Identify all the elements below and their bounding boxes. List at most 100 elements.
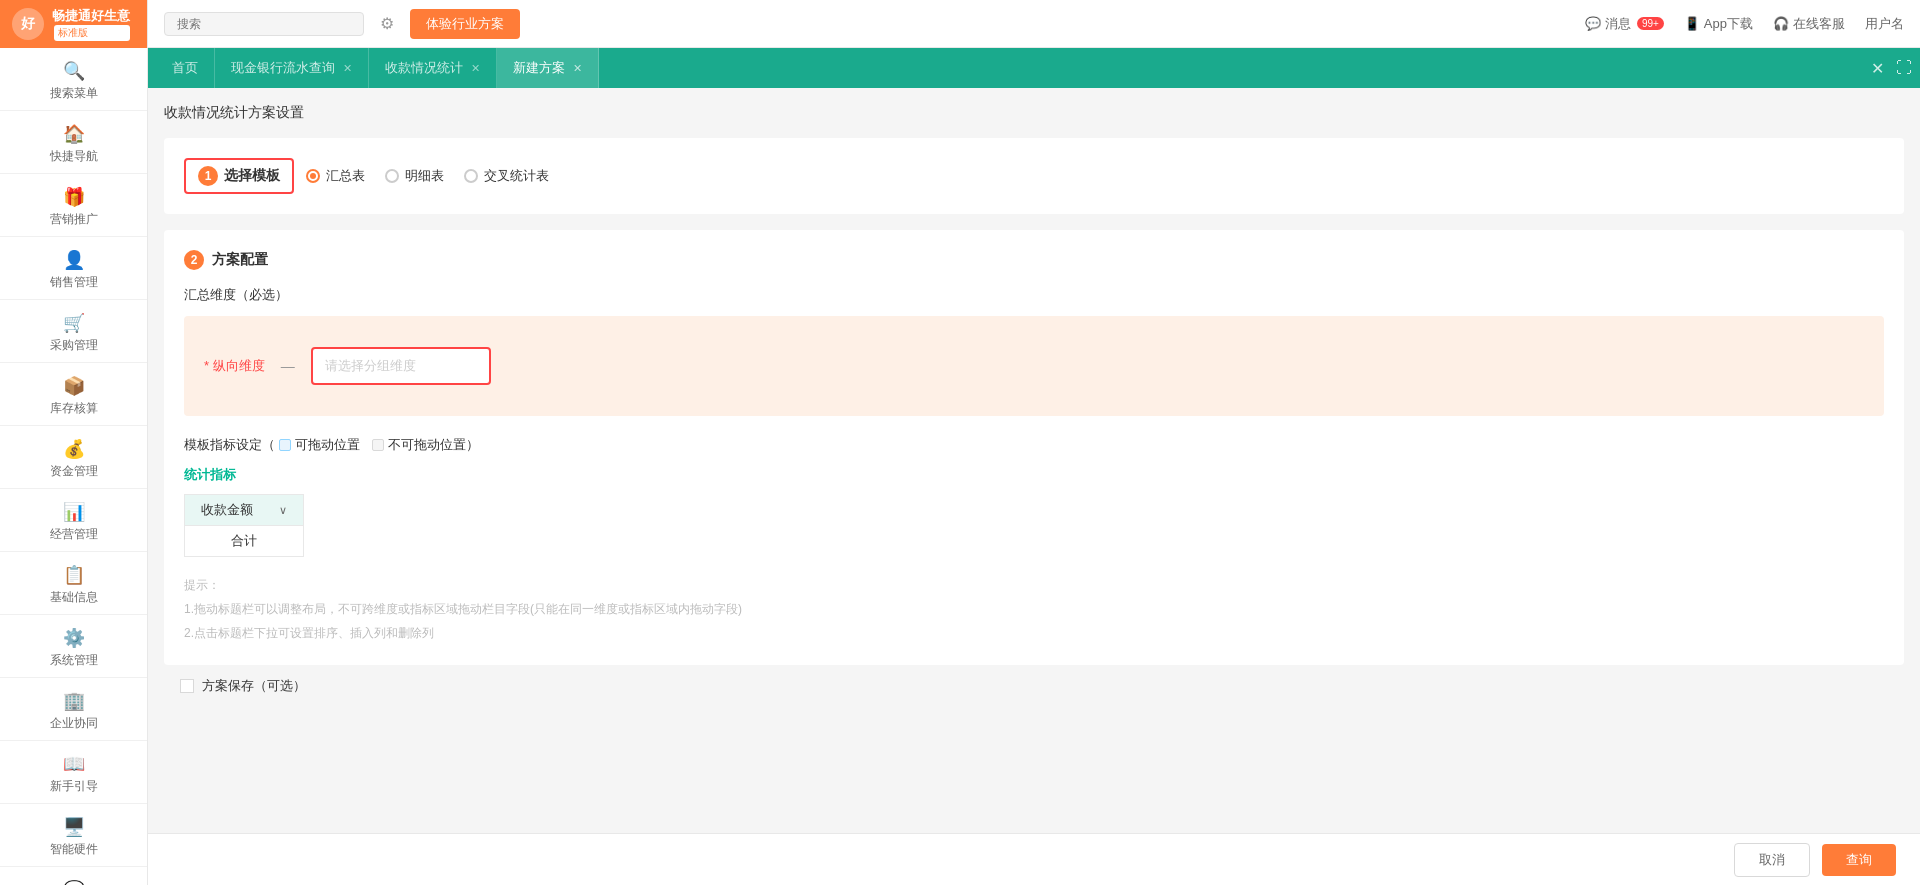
- sidebar-item-inventory[interactable]: 📦 库存核算: [0, 363, 147, 426]
- dimension-selector[interactable]: 请选择分组维度: [311, 347, 491, 385]
- sidebar-item-label: 基础信息: [50, 589, 98, 606]
- topbar: ⚙ 体验行业方案 💬 消息 99+ 📱 App下载 🎧 在线客服 用户名: [148, 0, 1920, 48]
- sidebar-item-label: 智能硬件: [50, 841, 98, 858]
- tips-title: 提示：: [184, 578, 220, 592]
- sidebar-item-enterprise[interactable]: 🏢 企业协同: [0, 678, 147, 741]
- logo-badge: 标准版: [54, 25, 130, 41]
- sidebar-item-label: 搜索菜单: [50, 85, 98, 102]
- sidebar-item-guide[interactable]: 📖 新手引导: [0, 741, 147, 804]
- close-window-icon[interactable]: ✕: [1871, 59, 1884, 78]
- metrics-table: 收款金额 ∨ 合计: [184, 494, 304, 557]
- sidebar-item-wechat[interactable]: 💬 企业微信: [0, 867, 147, 885]
- template-radio-group: 汇总表 明细表 交叉统计表: [306, 167, 549, 185]
- section1-label: 选择模板: [224, 167, 280, 185]
- tabbar-actions: ✕ ⛶: [1871, 59, 1912, 78]
- sidebar-item-quick-nav[interactable]: 🏠 快捷导航: [0, 111, 147, 174]
- tip2-text: 2.点击标题栏下拉可设置排序、插入列和删除列: [184, 621, 1884, 645]
- save-row: 方案保存（可选）: [164, 665, 1904, 707]
- sidebar-item-purchase[interactable]: 🛒 采购管理: [0, 300, 147, 363]
- sidebar-item-operation[interactable]: 📊 经营管理: [0, 489, 147, 552]
- metrics-settings-title: 模板指标设定（: [184, 436, 275, 454]
- tab-bank-flow-close[interactable]: ✕: [343, 62, 352, 75]
- sidebar-item-label: 库存核算: [50, 400, 98, 417]
- template-detail-radio[interactable]: 明细表: [385, 167, 444, 185]
- section2-number: 2: [184, 250, 204, 270]
- home-icon: 🏠: [63, 123, 85, 145]
- service-label: 在线客服: [1793, 15, 1845, 33]
- query-button[interactable]: 查询: [1822, 844, 1896, 876]
- sidebar-item-label: 企业协同: [50, 715, 98, 732]
- sidebar-item-sales[interactable]: 👤 销售管理: [0, 237, 147, 300]
- industry-btn[interactable]: 体验行业方案: [410, 9, 520, 39]
- save-checkbox[interactable]: [180, 679, 194, 693]
- chart-icon: 📊: [63, 501, 85, 523]
- tab-payment-stat[interactable]: 收款情况统计 ✕: [369, 48, 497, 88]
- service-item[interactable]: 🎧 在线客服: [1773, 15, 1845, 33]
- sidebar-item-label: 快捷导航: [50, 148, 98, 165]
- metrics-row: 合计: [185, 526, 303, 556]
- bottom-bar: 取消 查询: [148, 833, 1920, 885]
- user-icon: 👤: [63, 249, 85, 271]
- sidebar-item-system[interactable]: ⚙️ 系统管理: [0, 615, 147, 678]
- tab-new-plan[interactable]: 新建方案 ✕: [497, 48, 599, 88]
- user-name-item[interactable]: 用户名: [1865, 15, 1904, 33]
- movable-legend-dot: [279, 439, 291, 451]
- template-summary-label: 汇总表: [326, 167, 365, 185]
- tips-section: 提示： 1.拖动标题栏可以调整布局，不可跨维度或指标区域拖动栏目字段(只能在同一…: [184, 573, 1884, 645]
- tab-home[interactable]: 首页: [156, 48, 215, 88]
- tab-new-plan-close[interactable]: ✕: [573, 62, 582, 75]
- gift-icon: 🎁: [63, 186, 85, 208]
- cart-icon: 🛒: [63, 312, 85, 334]
- tab-new-plan-label: 新建方案: [513, 59, 565, 77]
- radio-circle-summary: [306, 169, 320, 183]
- sidebar-item-label: 营销推广: [50, 211, 98, 228]
- maximize-icon[interactable]: ⛶: [1896, 59, 1912, 78]
- message-icon: 💬: [1585, 16, 1601, 31]
- logo-text: 畅捷通好生意: [52, 7, 130, 25]
- logo-icon: 好: [12, 8, 44, 40]
- template-detail-label: 明细表: [405, 167, 444, 185]
- dimension-arrow: —: [281, 358, 295, 374]
- sidebar-item-search-menu[interactable]: 🔍 搜索菜单: [0, 48, 147, 111]
- sidebar-item-finance[interactable]: 💰 资金管理: [0, 426, 147, 489]
- sidebar-item-label: 新手引导: [50, 778, 98, 795]
- sidebar-item-label: 销售管理: [50, 274, 98, 291]
- radio-circle-cross: [464, 169, 478, 183]
- tab-home-label: 首页: [172, 59, 198, 77]
- service-icon: 🎧: [1773, 16, 1789, 31]
- metrics-section: 模板指标设定（ 可拖动位置 不可拖动位置） 统计指标 收款金额 ∨ 合计: [184, 436, 1884, 557]
- section2-label: 方案配置: [212, 251, 268, 269]
- message-item[interactable]: 💬 消息 99+: [1585, 15, 1664, 33]
- box-icon: 📦: [63, 375, 85, 397]
- download-item[interactable]: 📱 App下载: [1684, 15, 1753, 33]
- sidebar-logo: 好 畅捷通好生意 标准版: [0, 0, 147, 48]
- sidebar-item-label: 资金管理: [50, 463, 98, 480]
- template-summary-radio[interactable]: 汇总表: [306, 167, 365, 185]
- tab-bank-flow[interactable]: 现金银行流水查询 ✕: [215, 48, 369, 88]
- template-section-card: 1 选择模板 汇总表 明细表 交叉统计表: [164, 138, 1904, 214]
- dimension-area: * 纵向维度 — 请选择分组维度: [184, 316, 1884, 416]
- metrics-col-header-text: 收款金额: [201, 501, 253, 519]
- vertical-dimension-label: * 纵向维度: [204, 357, 265, 375]
- monitor-icon: 🖥️: [63, 816, 85, 838]
- gear-icon: ⚙️: [63, 627, 85, 649]
- tab-bank-flow-label: 现金银行流水查询: [231, 59, 335, 77]
- sidebar-item-marketing[interactable]: 🎁 营销推广: [0, 174, 147, 237]
- unmovable-label: 不可拖动位置）: [388, 436, 479, 454]
- template-section-row: 1 选择模板 汇总表 明细表 交叉统计表: [184, 158, 1884, 194]
- template-cross-radio[interactable]: 交叉统计表: [464, 167, 549, 185]
- tab-payment-stat-close[interactable]: ✕: [471, 62, 480, 75]
- cancel-button[interactable]: 取消: [1734, 843, 1810, 877]
- message-badge: 99+: [1637, 17, 1664, 30]
- sidebar-item-basic-info[interactable]: 📋 基础信息: [0, 552, 147, 615]
- search-input[interactable]: [164, 12, 364, 36]
- tab-payment-stat-label: 收款情况统计: [385, 59, 463, 77]
- metrics-col-header: 收款金额 ∨: [185, 495, 303, 526]
- sidebar-nav: 🔍 搜索菜单 🏠 快捷导航 🎁 营销推广 👤 销售管理 🛒 采购管理 📦 库存核…: [0, 48, 147, 885]
- sidebar-item-label: 采购管理: [50, 337, 98, 354]
- page-content: 收款情况统计方案设置 1 选择模板 汇总表 明细表: [148, 88, 1920, 833]
- gear-settings-icon[interactable]: ⚙: [380, 14, 394, 33]
- sidebar-item-hardware[interactable]: 🖥️ 智能硬件: [0, 804, 147, 867]
- metrics-col-dropdown-icon[interactable]: ∨: [279, 504, 287, 517]
- radio-circle-detail: [385, 169, 399, 183]
